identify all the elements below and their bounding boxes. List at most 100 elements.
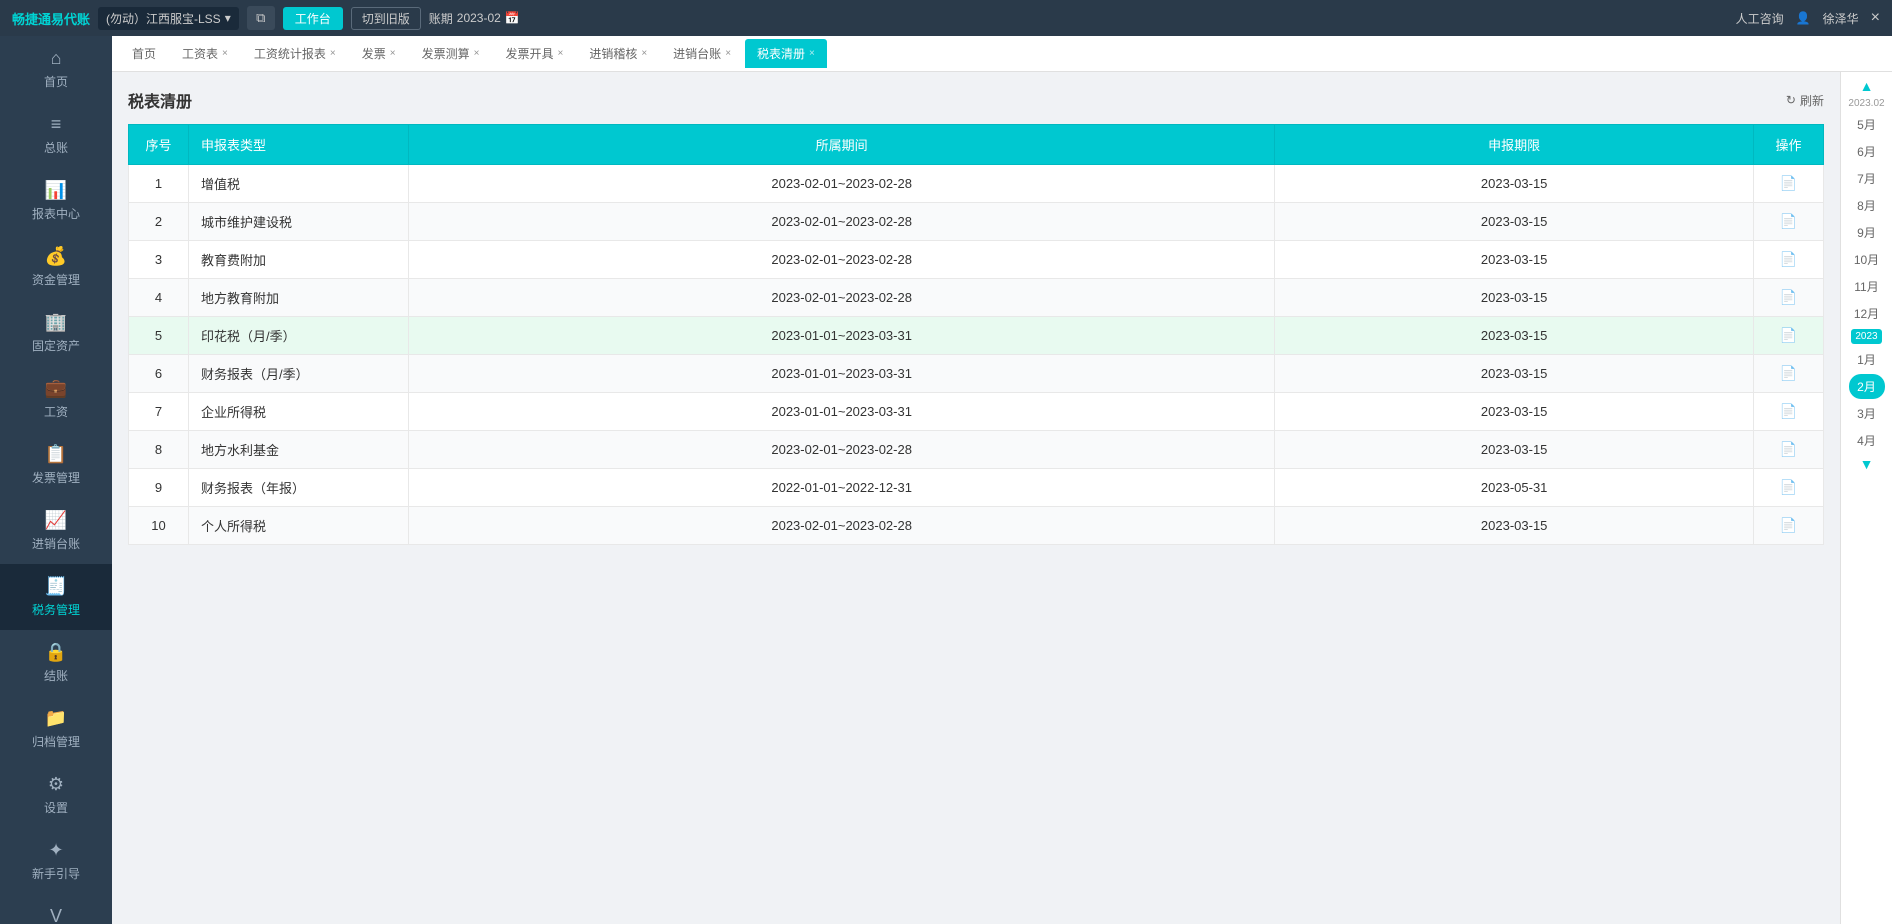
table-row: 9财务报表（年报）2022-01-01~2022-12-312023-05-31…	[129, 469, 1824, 507]
view-action-icon[interactable]: 📄	[1780, 517, 1797, 533]
view-action-icon[interactable]: 📄	[1780, 365, 1797, 381]
tab-close-purchase-ledger[interactable]: ×	[725, 48, 731, 59]
timeline-month-6[interactable]: 6月	[1849, 139, 1885, 164]
switch-old-button[interactable]: 切到旧版	[351, 7, 421, 30]
sidebar-item-general-ledger[interactable]: ≡ 总账	[0, 102, 112, 168]
cell-period: 2023-02-01~2023-02-28	[409, 165, 1275, 203]
cell-action[interactable]: 📄	[1754, 203, 1824, 241]
view-action-icon[interactable]: 📄	[1780, 441, 1797, 457]
workbench-button[interactable]: 工作台	[283, 7, 343, 30]
view-action-icon[interactable]: 📄	[1780, 213, 1797, 229]
timeline-month-8[interactable]: 8月	[1849, 193, 1885, 218]
timeline-month-3[interactable]: 3月	[1849, 401, 1885, 426]
cell-action[interactable]: 📄	[1754, 355, 1824, 393]
home-icon: ⌂	[51, 48, 62, 69]
view-action-icon[interactable]: 📄	[1780, 175, 1797, 191]
tab-purchase-verify[interactable]: 进销稽核 ×	[577, 39, 659, 68]
col-action: 操作	[1754, 125, 1824, 165]
view-action-icon[interactable]: 📄	[1780, 403, 1797, 419]
timeline-month-10[interactable]: 10月	[1849, 247, 1885, 272]
company-selector[interactable]: (勿动）江西服宝-LSS ▾	[98, 7, 239, 30]
timeline-nav-down[interactable]: ▼	[1853, 454, 1881, 474]
cell-action[interactable]: 📄	[1754, 393, 1824, 431]
sidebar-item-tax-mgmt[interactable]: 🧾 税务管理	[0, 564, 112, 630]
tab-close-salary-stats[interactable]: ×	[330, 48, 336, 59]
cell-action[interactable]: 📄	[1754, 241, 1824, 279]
topbar-close-button[interactable]: ×	[1871, 9, 1880, 27]
col-deadline: 申报期限	[1275, 125, 1754, 165]
refresh-button[interactable]: ↻ 刷新	[1786, 92, 1824, 109]
tab-close-purchase-verify[interactable]: ×	[641, 48, 647, 59]
sidebar-item-new-guide[interactable]: ✦ 新手引导	[0, 828, 112, 894]
fund-icon: 💰	[45, 246, 67, 267]
sidebar-label-general-ledger: 总账	[44, 139, 68, 156]
cell-action[interactable]: 📄	[1754, 317, 1824, 355]
sidebar-label-archive-mgmt: 归档管理	[32, 733, 80, 750]
cell-seq: 6	[129, 355, 189, 393]
sidebar-label-report-center: 报表中心	[32, 205, 80, 222]
sidebar-item-invoice-mgmt[interactable]: 📋 发票管理	[0, 432, 112, 498]
tab-close-tax-register[interactable]: ×	[809, 48, 815, 59]
copy-button[interactable]: ⧉	[247, 6, 275, 30]
timeline-month-4[interactable]: 4月	[1849, 428, 1885, 453]
cell-action[interactable]: 📄	[1754, 165, 1824, 203]
cell-action[interactable]: 📄	[1754, 431, 1824, 469]
tab-bar: 首页 工资表 × 工资统计报表 × 发票 × 发票测算 × 发票开具 ×	[112, 36, 1892, 72]
sidebar-item-fund-mgmt[interactable]: 💰 资金管理	[0, 234, 112, 300]
tax-icon: 🧾	[45, 576, 67, 597]
sidebar-label-tax-mgmt: 税务管理	[32, 601, 80, 618]
timeline-month-7[interactable]: 7月	[1849, 166, 1885, 191]
timeline-nav-up[interactable]: ▲	[1853, 76, 1881, 96]
topbar: 畅捷通易代账 (勿动）江西服宝-LSS ▾ ⧉ 工作台 切到旧版 账期 2023…	[0, 0, 1892, 36]
tab-tax-register[interactable]: 税表清册 ×	[745, 39, 827, 68]
timeline-month-9[interactable]: 9月	[1849, 220, 1885, 245]
sidebar-item-archive-mgmt[interactable]: 📁 归档管理	[0, 696, 112, 762]
sidebar-item-home[interactable]: ⌂ 首页	[0, 36, 112, 102]
cell-type: 增值税	[189, 165, 409, 203]
tab-close-invoice-calc[interactable]: ×	[474, 48, 480, 59]
tab-close-salary-table[interactable]: ×	[222, 48, 228, 59]
view-action-icon[interactable]: 📄	[1780, 251, 1797, 267]
refresh-icon: ↻	[1786, 93, 1796, 107]
timeline-month-2[interactable]: 2月	[1849, 374, 1885, 399]
sidebar-item-closing[interactable]: 🔒 结账	[0, 630, 112, 696]
cell-seq: 7	[129, 393, 189, 431]
view-action-icon[interactable]: 📄	[1780, 289, 1797, 305]
table-row: 3教育费附加2023-02-01~2023-02-282023-03-15📄	[129, 241, 1824, 279]
tab-salary-table[interactable]: 工资表 ×	[170, 39, 240, 68]
cell-action[interactable]: 📄	[1754, 469, 1824, 507]
page-header: 税表清册 ↻ 刷新	[128, 88, 1824, 112]
ai-consult-button[interactable]: 人工咨询	[1736, 10, 1784, 27]
tab-invoice-calc[interactable]: 发票测算 ×	[410, 39, 492, 68]
cell-seq: 1	[129, 165, 189, 203]
cell-action[interactable]: 📄	[1754, 507, 1824, 545]
cell-type: 财务报表（年报）	[189, 469, 409, 507]
year-badge: 2023	[1851, 329, 1881, 344]
tab-invoice-open[interactable]: 发票开具 ×	[493, 39, 575, 68]
salary-icon: 💼	[45, 378, 67, 399]
sidebar-item-fixed-assets[interactable]: 🏢 固定资产	[0, 300, 112, 366]
timeline-month-12[interactable]: 12月	[1849, 301, 1885, 326]
cell-type: 企业所得税	[189, 393, 409, 431]
timeline-month-1[interactable]: 1月	[1849, 347, 1885, 372]
sidebar-item-vip[interactable]: V 畅会员	[0, 894, 112, 924]
sidebar-item-salary[interactable]: 💼 工资	[0, 366, 112, 432]
table-header-row: 序号 申报表类型 所属期间 申报期限 操作	[129, 125, 1824, 165]
timeline-month-11[interactable]: 11月	[1849, 274, 1885, 299]
timeline-month-5[interactable]: 5月	[1849, 112, 1885, 137]
tab-purchase-ledger[interactable]: 进销台账 ×	[661, 39, 743, 68]
cell-action[interactable]: 📄	[1754, 279, 1824, 317]
sidebar-item-settings[interactable]: ⚙ 设置	[0, 762, 112, 828]
tab-salary-stats[interactable]: 工资统计报表 ×	[242, 39, 348, 68]
cell-deadline: 2023-03-15	[1275, 431, 1754, 469]
cell-type: 印花税（月/季）	[189, 317, 409, 355]
tab-close-invoice[interactable]: ×	[390, 48, 396, 59]
sidebar-item-purchase-sales[interactable]: 📈 进销台账	[0, 498, 112, 564]
sidebar-item-report-center[interactable]: 📊 报表中心	[0, 168, 112, 234]
tab-home[interactable]: 首页	[120, 39, 168, 68]
tab-invoice[interactable]: 发票 ×	[350, 39, 408, 68]
view-action-icon[interactable]: 📄	[1780, 479, 1797, 495]
tab-close-invoice-open[interactable]: ×	[557, 48, 563, 59]
view-action-icon[interactable]: 📄	[1780, 327, 1797, 343]
report-icon: 📊	[45, 180, 67, 201]
